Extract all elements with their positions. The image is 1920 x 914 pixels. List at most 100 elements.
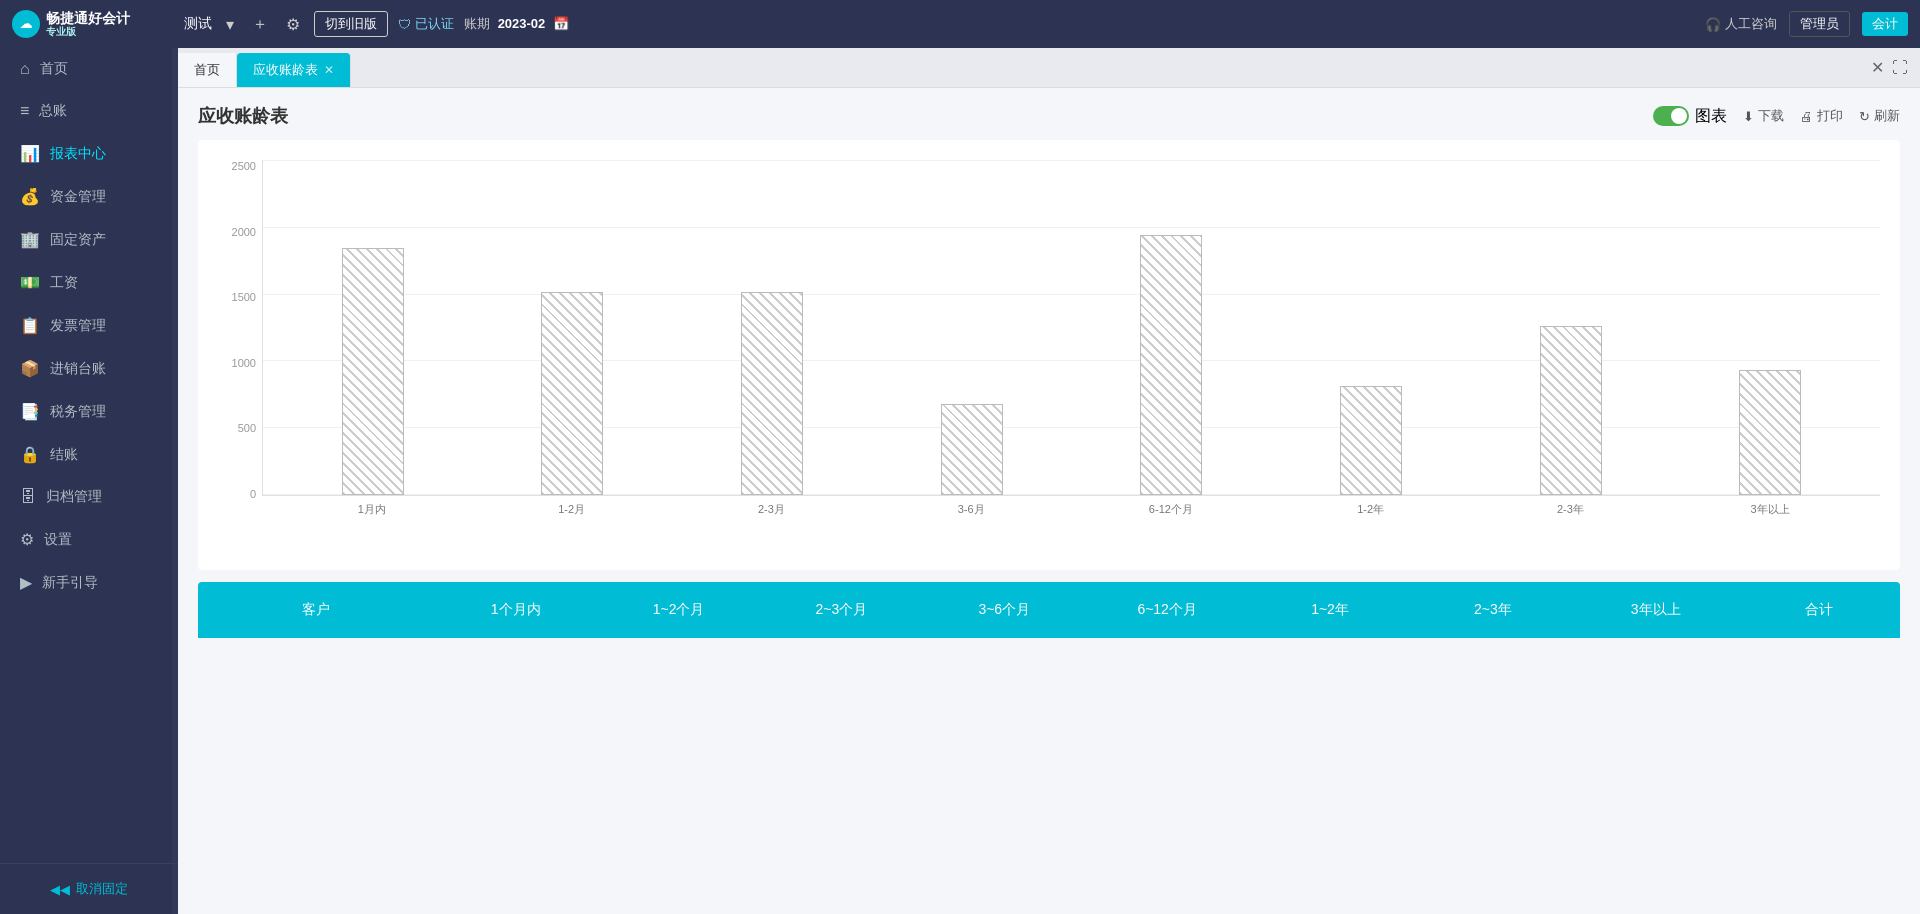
sidebar-label-ledger: 总账 — [39, 102, 67, 120]
toggle-track[interactable] — [1653, 106, 1689, 126]
sidebar-label-invoice: 发票管理 — [50, 317, 106, 335]
header-middle: 测试 ▾ ＋ ⚙ 切到旧版 🛡 已认证 账期 2023-02 📅 — [184, 10, 1693, 39]
sidebar-item-closing[interactable]: 🔒 结账 — [0, 433, 178, 476]
support-btn[interactable]: 🎧 人工咨询 — [1705, 15, 1777, 33]
sidebar-icon-home: ⌂ — [20, 60, 30, 78]
sidebar-icon-reports: 📊 — [20, 144, 40, 163]
calendar-icon[interactable]: 📅 — [553, 16, 569, 31]
table-header-cell-1: 1个月内 — [434, 585, 597, 635]
x-label-3: 3-6月 — [940, 502, 1002, 520]
chart-inner: 0 500 1000 1500 2000 2500 — [218, 160, 1880, 520]
x-label-1: 1-2月 — [541, 502, 603, 520]
logo-text: 畅捷通好会计 — [46, 10, 130, 27]
sidebar-label-guide: 新手引导 — [42, 574, 98, 592]
sidebar-label-settings: 设置 — [44, 531, 72, 549]
tab-home-label: 首页 — [194, 61, 220, 79]
chart-container: 0 500 1000 1500 2000 2500 — [198, 140, 1900, 570]
tab-receivable-aging[interactable]: 应收账龄表 ✕ — [237, 53, 351, 87]
sidebar-item-inventory[interactable]: 📦 进销台账 — [0, 347, 178, 390]
bar-group-7 — [1739, 370, 1801, 495]
sidebar-item-assets[interactable]: 🏢 固定资产 — [0, 218, 178, 261]
sidebar-item-home[interactable]: ⌂ 首页 — [0, 48, 178, 90]
table-header-cell-4: 3~6个月 — [923, 585, 1086, 635]
x-labels: 1月内1-2月2-3月3-6月6-12个月1-2年2-3年3年以上 — [262, 496, 1880, 520]
table-header-cell-8: 3年以上 — [1574, 585, 1737, 635]
logo-sub: 专业版 — [46, 26, 130, 38]
shield-icon: 🛡 — [398, 17, 411, 32]
switch-version-btn[interactable]: 切到旧版 — [314, 11, 388, 37]
table-header-cell-9: 合计 — [1737, 585, 1900, 635]
bar-5 — [1340, 386, 1402, 495]
tab-bar: 首页 应收账龄表 ✕ ✕ ⛶ — [178, 48, 1920, 88]
toolbar: 图表 ⬇ 下载 🖨 打印 ↻ 刷新 — [1653, 106, 1900, 127]
sidebar-label-inventory: 进销台账 — [50, 360, 106, 378]
logo-area: ☁ 畅捷通好会计 专业版 — [12, 10, 172, 39]
sidebar-label-reports: 报表中心 — [50, 145, 106, 163]
sidebar-bottom: ◀◀ 取消固定 — [0, 863, 178, 914]
bar-3 — [941, 404, 1003, 495]
sidebar-item-reports[interactable]: 📊 报表中心 — [0, 132, 178, 175]
page-title: 应收账龄表 — [198, 104, 288, 128]
download-btn[interactable]: ⬇ 下载 — [1743, 107, 1784, 125]
certified-badge: 🛡 已认证 — [398, 15, 454, 33]
bar-group-5 — [1340, 386, 1402, 495]
x-label-6: 2-3年 — [1539, 502, 1601, 520]
sidebar-label-closing: 结账 — [50, 446, 78, 464]
logo-icon: ☁ — [12, 10, 40, 38]
table-header-cell-5: 6~12个月 — [1086, 585, 1249, 635]
main-layout: ⌂ 首页 ≡ 总账 📊 报表中心 💰 资金管理 🏢 固定资产 💵 工资 📋 发票… — [0, 48, 1920, 914]
close-panel-btn[interactable]: ✕ — [1871, 58, 1884, 77]
tab-home[interactable]: 首页 — [178, 53, 237, 87]
sidebar-icon-invoice: 📋 — [20, 316, 40, 335]
sidebar-item-settings[interactable]: ⚙ 设置 — [0, 518, 178, 561]
add-btn[interactable]: ＋ — [248, 10, 272, 39]
certified-label: 已认证 — [415, 15, 454, 33]
y-label-1500: 1500 — [218, 291, 256, 303]
bar-1 — [541, 292, 603, 495]
bar-2 — [741, 292, 803, 495]
chart-toggle[interactable]: 图表 — [1653, 106, 1727, 127]
sidebar: ⌂ 首页 ≡ 总账 📊 报表中心 💰 资金管理 🏢 固定资产 💵 工资 📋 发票… — [0, 48, 178, 914]
bar-group-4 — [1140, 235, 1202, 495]
sidebar-icon-tax: 📑 — [20, 402, 40, 421]
sidebar-item-archive[interactable]: 🗄 归档管理 — [0, 476, 178, 518]
account-btn[interactable]: 会计 — [1862, 12, 1908, 36]
sidebar-item-cash[interactable]: 💰 资金管理 — [0, 175, 178, 218]
expand-panel-btn[interactable]: ⛶ — [1892, 59, 1908, 77]
sidebar-icon-cash: 💰 — [20, 187, 40, 206]
bar-7 — [1739, 370, 1801, 495]
collapse-label: 取消固定 — [76, 880, 128, 898]
sidebar-item-ledger[interactable]: ≡ 总账 — [0, 90, 178, 132]
table-header-cell-0: 客户 — [198, 585, 434, 635]
sidebar-icon-inventory: 📦 — [20, 359, 40, 378]
user-btn[interactable]: 管理员 — [1789, 11, 1850, 37]
bars-container — [263, 160, 1880, 495]
sidebar-label-payroll: 工资 — [50, 274, 78, 292]
collapse-icon: ◀◀ — [50, 882, 70, 897]
sidebar-icon-archive: 🗄 — [20, 488, 36, 506]
sidebar-label-home: 首页 — [40, 60, 68, 78]
refresh-btn[interactable]: ↻ 刷新 — [1859, 107, 1900, 125]
bar-group-3 — [941, 404, 1003, 495]
sidebar-item-payroll[interactable]: 💵 工资 — [0, 261, 178, 304]
table-header-cell-7: 2~3年 — [1411, 585, 1574, 635]
settings-btn[interactable]: ⚙ — [282, 11, 304, 38]
sidebar-item-invoice[interactable]: 📋 发票管理 — [0, 304, 178, 347]
print-btn[interactable]: 🖨 打印 — [1800, 107, 1843, 125]
company-dropdown-btn[interactable]: ▾ — [222, 11, 238, 38]
sidebar-scrollbar[interactable] — [172, 48, 178, 914]
sidebar-label-cash: 资金管理 — [50, 188, 106, 206]
sidebar-item-tax[interactable]: 📑 税务管理 — [0, 390, 178, 433]
tab-close-btn[interactable]: ✕ — [324, 63, 334, 77]
sidebar-collapse-btn[interactable]: ◀◀ 取消固定 — [0, 872, 178, 906]
table-header: 客户1个月内1~2个月2~3个月3~6个月6~12个月1~2年2~3年3年以上合… — [198, 582, 1900, 638]
x-label-5: 1-2年 — [1340, 502, 1402, 520]
header-right: 🎧 人工咨询 管理员 会计 — [1705, 11, 1908, 37]
top-header: ☁ 畅捷通好会计 专业版 测试 ▾ ＋ ⚙ 切到旧版 🛡 已认证 账期 2023… — [0, 0, 1920, 48]
sidebar-icon-assets: 🏢 — [20, 230, 40, 249]
chart-plot: 1月内1-2月2-3月3-6月6-12个月1-2年2-3年3年以上 — [262, 160, 1880, 520]
sidebar-label-tax: 税务管理 — [50, 403, 106, 421]
table-header-cell-2: 1~2个月 — [597, 585, 760, 635]
sidebar-item-guide[interactable]: ▶ 新手引导 — [0, 561, 178, 604]
bar-0 — [342, 248, 404, 495]
